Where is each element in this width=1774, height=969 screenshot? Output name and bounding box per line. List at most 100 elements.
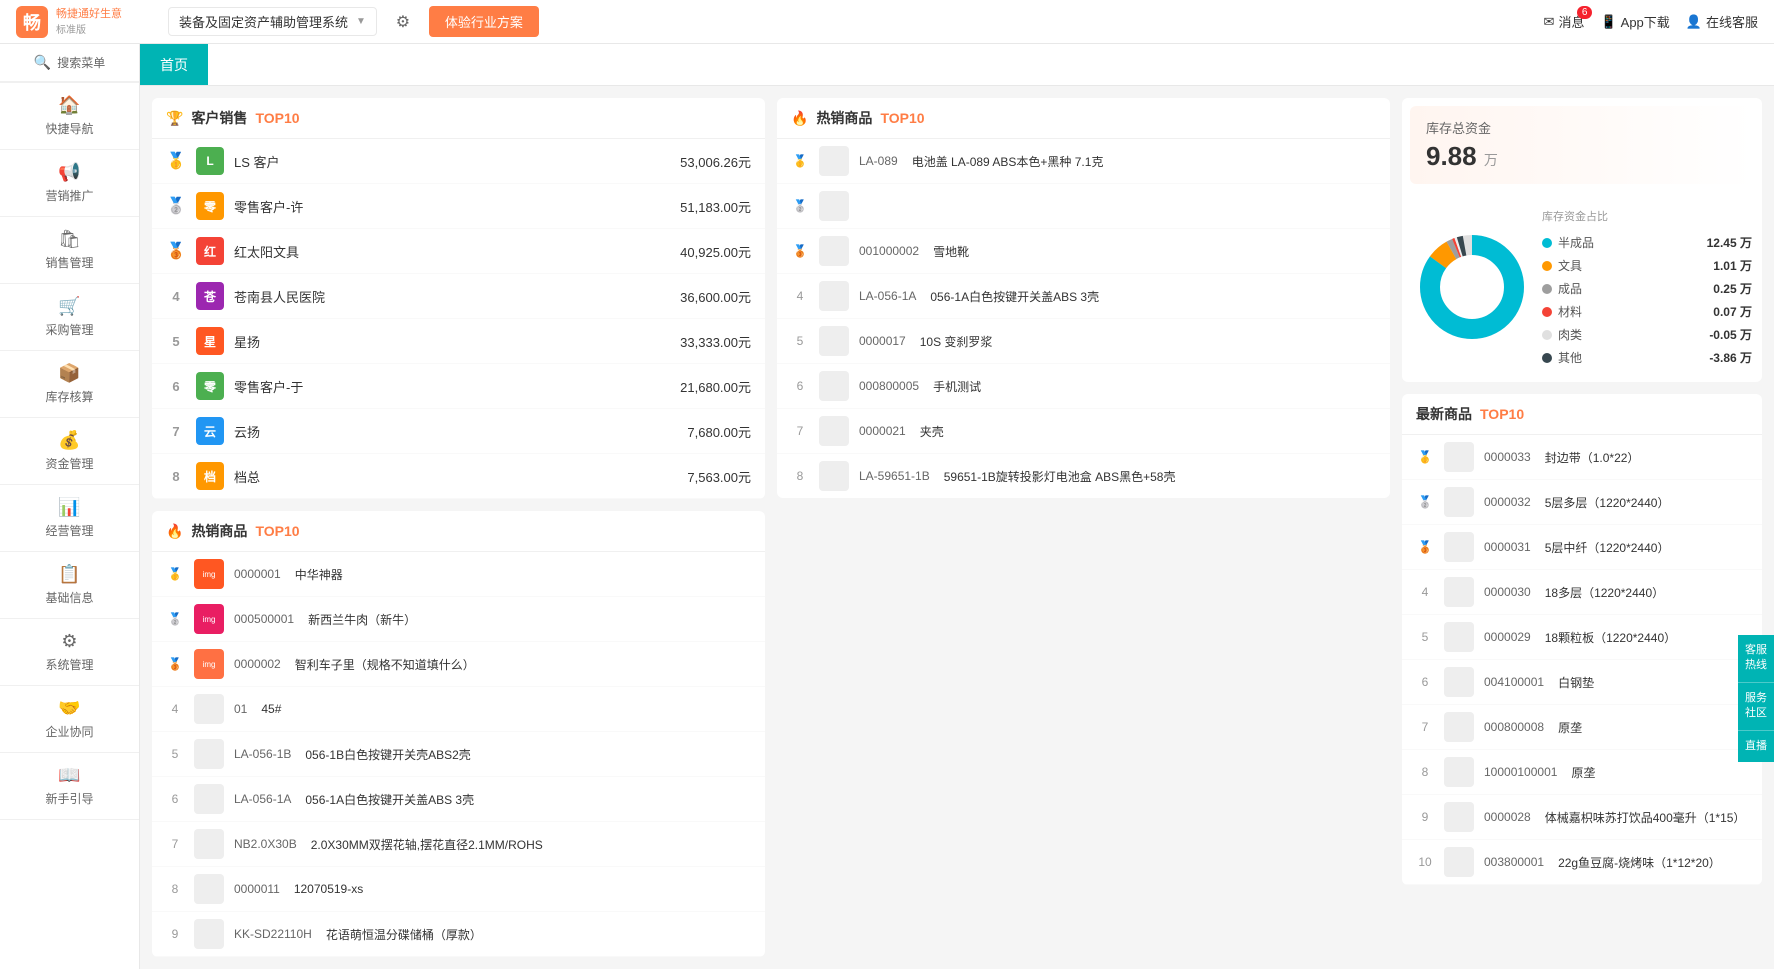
sidebar-item-inventory[interactable]: 📦 库存核算 [0,351,139,418]
sidebar-item-cooperation[interactable]: 🤝 企业协同 [0,686,139,753]
hot-products-badge: TOP10 [255,523,299,539]
product-name: 59651-1B旋转投影灯电池盒 ABS黑色+58壳 [944,468,1376,485]
online-service-button[interactable]: 👤 在线客服 [1686,12,1758,31]
product-name: 45# [261,702,751,716]
sidebar-item-purchase[interactable]: 🛒 采购管理 [0,284,139,351]
list-item: 7 NB2.0X30B 2.0X30MM双摆花轴,摆花直径2.1MM/ROHS [152,822,765,867]
inventory-total-value: 9.88 万 [1426,141,1738,172]
list-item: 8 10000100001 原垄 [1402,750,1762,795]
mid-hot-products-card: 🔥 热销商品 TOP10 🥇 LA-089 电池盖 LA-089 ABS本色+黑… [777,98,1390,498]
rank-number: 8 [791,469,809,483]
hot-products-card: 🔥 热销商品 TOP10 🥇 img 0000001 中华神器 🥈 [152,511,765,957]
app-download-label: App下载 [1621,12,1670,31]
sidebar-item-finance[interactable]: 💰 资金管理 [0,418,139,485]
list-item: 5 0000029 18颗粒板（1220*2440） [1402,615,1762,660]
sidebar-item-marketing[interactable]: 📢 营销推广 [0,150,139,217]
customer-name: 星扬 [234,332,670,351]
product-name: 智利车子里（规格不知道填什么） [295,656,751,673]
product-code: LA-056-1A [234,792,291,806]
service-icon: 👤 [1686,14,1702,30]
rank-number: 🥇 [166,567,184,581]
sidebar-item-sales[interactable]: 🛍 销售管理 [0,217,139,284]
rank-number: 🥈 [166,612,184,626]
product-name: 22g鱼豆腐-烧烤味（1*12*20） [1558,854,1748,871]
legend-label: 文具 [1558,257,1707,274]
customer-name: LS 客户 [234,152,670,171]
product-name: 夹壳 [920,423,1376,440]
legend-value: 0.25 万 [1713,280,1752,297]
product-name: 056-1A白色按键开关盖ABS 3壳 [930,288,1376,305]
product-image [819,146,849,176]
legend-value: 12.45 万 [1707,234,1752,251]
list-item: 🥈 [777,184,1390,229]
home-tab[interactable]: 首页 [140,44,208,85]
new-products-card: 最新商品 TOP10 🥇 0000033 封边带（1.0*22） 🥈 [1402,394,1762,885]
system-selector[interactable]: 装备及固定资产辅助管理系统 ▼ [168,7,377,36]
product-name: 雪地靴 [933,243,1376,260]
inventory-total-label: 库存总资金 [1426,118,1738,137]
rank-number: 5 [1416,630,1434,644]
trial-button[interactable]: 体验行业方案 [429,6,539,37]
live-stream-button[interactable]: 直播 [1738,731,1774,762]
customer-ranking-header: 🏆 客户销售 TOP10 [152,98,765,139]
customer-service-button[interactable]: 客服热线 [1738,635,1774,683]
sidebar-item-guide[interactable]: 📖 新手引导 [0,753,139,820]
settings-icon[interactable]: ⚙ [389,8,417,36]
sidebar-item-system[interactable]: ⚙ 系统管理 [0,619,139,686]
avatar: 零 [196,372,224,400]
rank-number: 6 [166,379,186,394]
logo-sub: 标准版 [56,21,122,36]
sidebar-marketing-label: 营销推广 [45,187,93,204]
sidebar-item-search[interactable]: 🔍 搜索菜单 [0,44,139,83]
avatar: 档 [196,462,224,490]
table-row: 6 零 零售客户-于 21,680.00元 [152,364,765,409]
customer-top10-badge: TOP10 [255,110,299,126]
customer-value: 7,680.00元 [687,422,751,441]
product-code: 0000030 [1484,585,1531,599]
rank-number: 7 [166,837,184,851]
product-code: 0000017 [859,334,906,348]
avatar: 云 [196,417,224,445]
sidebar-guide-label: 新手引导 [45,790,93,807]
sidebar: 🔍 搜索菜单 🏠 快捷导航 📢 营销推广 🛍 销售管理 🛒 采购管理 📦 库存核… [0,44,140,969]
product-code: LA-056-1A [859,289,916,303]
rank-number: 5 [166,334,186,349]
product-name: 中华神器 [295,566,751,583]
legend-value: 0.07 万 [1713,303,1752,320]
sidebar-item-basic[interactable]: 📋 基础信息 [0,552,139,619]
table-row: 🥈 零 零售客户-许 51,183.00元 [152,184,765,229]
fire-icon-mid: 🔥 [791,110,808,127]
rank-number: 6 [791,379,809,393]
avatar: 零 [196,192,224,220]
rank-number: 🥉 [791,244,809,258]
search-icon: 🔍 [34,54,51,71]
rank-number: 9 [166,927,184,941]
product-image: img [194,649,224,679]
app-download-button[interactable]: 📱 App下载 [1600,12,1669,31]
guide-icon: 📖 [58,765,80,786]
sidebar-item-operation[interactable]: 📊 经营管理 [0,485,139,552]
main-content: 🏆 客户销售 TOP10 🥇 L LS 客户 53,006.26元 [140,86,1774,969]
product-code: 0000021 [859,424,906,438]
logo-text: 畅捷通好生意 [56,7,122,21]
list-item: 🥇 0000033 封边带（1.0*22） [1402,435,1762,480]
rank-number: 🥈 [791,199,809,213]
sidebar-item-quicknav[interactable]: 🏠 快捷导航 [0,83,139,150]
product-name: 体械嘉枳味苏打饮品400毫升（1*15） [1545,809,1748,826]
product-code: 000500001 [234,612,294,626]
list-item: 9 KK-SD22110H 花语萌恒温分碟储桶（厚款） [152,912,765,957]
product-name: 5层中纤（1220*2440） [1545,539,1748,556]
message-icon: ✉ [1544,14,1555,30]
system-icon: ⚙ [61,631,77,652]
rank-number: 4 [166,289,186,304]
messages-button[interactable]: ✉ 消息 6 [1544,12,1585,31]
product-code: 0000011 [234,882,280,896]
customer-ranking-card: 🏆 客户销售 TOP10 🥇 L LS 客户 53,006.26元 [152,98,765,499]
product-name: 原垄 [1571,764,1748,781]
list-item: 6 004100001 白钢垫 [1402,660,1762,705]
float-buttons: 客服热线 服务社区 直播 [1738,635,1774,762]
service-community-button[interactable]: 服务社区 [1738,683,1774,731]
new-products-list: 🥇 0000033 封边带（1.0*22） 🥈 0000032 5层多层（122… [1402,435,1762,885]
legend-item: 文具 1.01 万 [1542,257,1752,274]
list-item: 6 000800005 手机测试 [777,364,1390,409]
